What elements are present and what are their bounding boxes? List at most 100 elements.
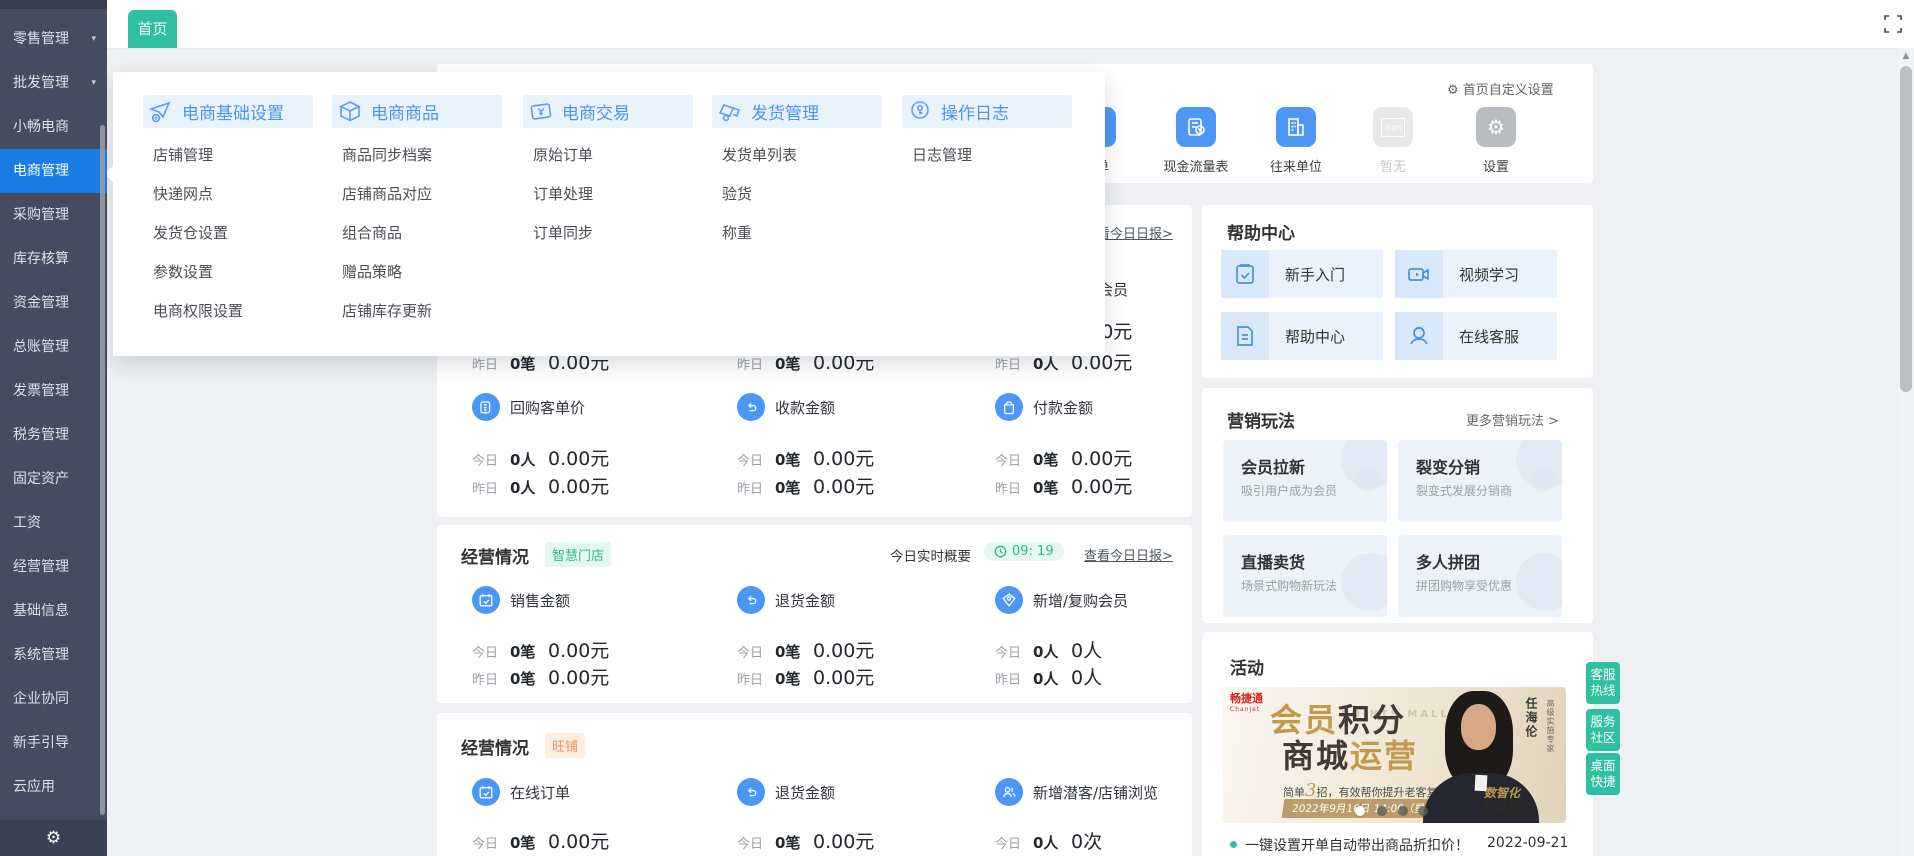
document-icon xyxy=(1221,312,1269,360)
video-camera-icon xyxy=(1395,250,1443,298)
menu-item-order-sync[interactable]: 订单同步 xyxy=(533,223,593,243)
carousel-dot[interactable] xyxy=(1398,806,1408,816)
sidebar-item-inventory-accounting[interactable]: 库存核算 xyxy=(0,237,107,281)
carousel-dot[interactable] xyxy=(1377,806,1387,816)
menu-item-gift-strategy[interactable]: 赠品策略 xyxy=(342,262,402,282)
count: 0笔 xyxy=(510,670,536,688)
sidebar-item-cloud-apps[interactable]: 云应用 xyxy=(0,765,107,809)
amount: 0.00元 xyxy=(813,667,875,689)
count: 0笔 xyxy=(775,643,801,661)
sidebar-item-xiaochang-ecommerce[interactable]: 小畅电商 xyxy=(0,105,107,149)
megamenu-group-title: 电商基础设置 xyxy=(182,104,284,124)
menu-item-original-orders[interactable]: 原始订单 xyxy=(533,145,593,165)
banner-speaker-name: 任海伦 xyxy=(1524,697,1538,739)
sidebar-item-tax[interactable]: 税务管理 xyxy=(0,413,107,457)
homepage-customize-link[interactable]: ⚙ 首页自定义设置 xyxy=(1447,79,1554,98)
metric-row: 今日 0笔 0.00元 xyxy=(472,641,609,661)
more-marketing-link[interactable]: 更多营销玩法 > xyxy=(1466,410,1559,429)
menu-item-parameter-settings[interactable]: 参数设置 xyxy=(153,262,213,282)
menu-item-stock-update[interactable]: 店铺库存更新 xyxy=(342,301,432,321)
cashflow-report-icon xyxy=(1176,107,1216,147)
float-button-community[interactable]: 服务 社区 xyxy=(1586,709,1620,751)
app-partners[interactable]: 往来单位 xyxy=(1246,107,1346,175)
sidebar-item-fixed-assets[interactable]: 固定资产 xyxy=(0,457,107,501)
metric-row: 今日 0人 0次 xyxy=(995,832,1102,852)
menu-item-product-sync[interactable]: 商品同步档案 xyxy=(342,145,432,165)
sidebar-item-ecommerce-management[interactable]: 电商管理 xyxy=(0,149,107,193)
sidebar-item-business-management[interactable]: 经营管理 xyxy=(0,545,107,589)
metric-returns: 退货金额 xyxy=(737,778,835,806)
marketing-card-desc: 拼团购物享受优惠 xyxy=(1416,579,1513,593)
app-cashflow[interactable]: 现金流量表 xyxy=(1146,107,1246,175)
sidebar-menu: 零售管理 ▾ 批发管理 ▾ 小畅电商 电商管理 采购管理 库存核算 资金管理 总账管… xyxy=(0,17,107,809)
purse-icon xyxy=(995,393,1023,421)
carousel-dot[interactable] xyxy=(1418,806,1428,816)
metric-row: 今日 0笔 0.00元 xyxy=(737,832,874,852)
metric-label: 在线订单 xyxy=(510,783,571,802)
megamenu-group-title: 电商商品 xyxy=(371,104,439,124)
help-item-label: 在线客服 xyxy=(1459,327,1520,346)
marketing-card-livestream[interactable]: 直播卖货 场景式购物新玩法 xyxy=(1223,535,1387,617)
metric-visitors: 新增潜客/店铺浏览 xyxy=(995,778,1158,806)
float-button-desktop-shortcut[interactable]: 桌面 快捷 xyxy=(1586,753,1620,795)
metric-row: 昨日 0笔 0.00元 xyxy=(995,477,1132,497)
page-scrollbar[interactable]: ▲ xyxy=(1898,48,1914,856)
menu-item-log-management[interactable]: 日志管理 xyxy=(912,145,972,165)
erp-dashboard: 首页 ▲ ⚙ 首页自定义设置 订单 现金流量表 xyxy=(0,0,1914,856)
period: 今日 xyxy=(472,646,499,661)
panel-title: 活动 xyxy=(1230,659,1264,679)
marketing-card-fission[interactable]: 裂变分销 裂变式发展分销商 xyxy=(1398,440,1562,522)
help-item-getting-started[interactable]: 新手入门 xyxy=(1221,250,1383,298)
menu-item-warehouse-settings[interactable]: 发货仓设置 xyxy=(153,223,228,243)
menu-item-order-processing[interactable]: 订单处理 xyxy=(533,184,593,204)
metric-payments: 付款金额 xyxy=(995,393,1093,421)
sidebar-item-general-ledger[interactable]: 总账管理 xyxy=(0,325,107,369)
marketing-card-groupbuy[interactable]: 多人拼团 拼团购物享受优惠 xyxy=(1398,535,1562,617)
sidebar-item-purchasing[interactable]: 采购管理 xyxy=(0,193,107,237)
sidebar-item-funds[interactable]: 资金管理 xyxy=(0,281,107,325)
menu-item-weighing[interactable]: 称重 xyxy=(722,223,752,243)
shop-metrics: 在线订单 退货金额 新增潜客/店铺浏览 今日 0笔 0.00元 今日 0笔 0.00元 … xyxy=(437,713,1192,856)
menu-item-store-management[interactable]: 店铺管理 xyxy=(153,145,213,165)
app-settings[interactable]: ⚙ 设置 xyxy=(1446,107,1546,175)
main-sidebar: 零售管理 ▾ 批发管理 ▾ 小畅电商 电商管理 采购管理 库存核算 资金管理 总账管… xyxy=(0,0,107,856)
help-item-help-center[interactable]: 帮助中心 xyxy=(1221,312,1383,360)
amount: 0人 xyxy=(1071,667,1103,689)
location-pin-icon xyxy=(995,586,1023,614)
menu-item-express-outlets[interactable]: 快递网点 xyxy=(153,184,213,204)
sidebar-item-invoices[interactable]: 发票管理 xyxy=(0,369,107,413)
panel-title: 营销玩法 xyxy=(1227,412,1295,432)
sidebar-item-payroll[interactable]: 工资 xyxy=(0,501,107,545)
sidebar-item-beginner-guide[interactable]: 新手引导 xyxy=(0,721,107,765)
activity-banner[interactable]: 畅捷通 Chanjet POINTS MALL 会员积分 商城运营 简单3招，有效… xyxy=(1223,687,1566,823)
scroll-up-icon[interactable]: ▲ xyxy=(1898,51,1914,61)
sidebar-item-system-management[interactable]: 系统管理 xyxy=(0,633,107,677)
carousel-dot-active[interactable] xyxy=(1355,806,1365,816)
megamenu-group-header: 电商商品 xyxy=(332,95,502,128)
calendar-check-icon xyxy=(472,586,500,614)
help-item-online-service[interactable]: 在线客服 xyxy=(1395,312,1557,360)
help-item-video[interactable]: 视频学习 xyxy=(1395,250,1557,298)
period: 今日 xyxy=(737,454,764,469)
fullscreen-icon[interactable] xyxy=(1884,15,1902,33)
sidebar-item-basic-info[interactable]: 基础信息 xyxy=(0,589,107,633)
marketing-card-title: 会员拉新 xyxy=(1241,458,1306,477)
menu-item-permission-settings[interactable]: 电商权限设置 xyxy=(153,301,243,321)
page-scrollbar-thumb[interactable] xyxy=(1900,66,1912,392)
sidebar-item-retail[interactable]: 零售管理 ▾ xyxy=(0,17,107,61)
sidebar-settings-gear-icon[interactable]: ⚙ xyxy=(0,820,107,856)
sidebar-scrollbar-thumb[interactable] xyxy=(100,125,105,815)
float-button-hotline[interactable]: 客服 热线 xyxy=(1586,662,1620,704)
sidebar-item-wholesale[interactable]: 批发管理 ▾ xyxy=(0,61,107,105)
megamenu-group-title: 发货管理 xyxy=(751,104,819,124)
count: 0笔 xyxy=(775,834,801,852)
app-empty[interactable]: icon 暂无 xyxy=(1343,107,1443,175)
marketing-card-member[interactable]: 会员拉新 吸引用户成为会员 xyxy=(1223,440,1387,522)
tab-home[interactable]: 首页 xyxy=(128,10,177,48)
menu-item-inspection[interactable]: 验货 xyxy=(722,184,752,204)
menu-item-shipment-list[interactable]: 发货单列表 xyxy=(722,145,797,165)
sidebar-item-enterprise-collaboration[interactable]: 企业协同 xyxy=(0,677,107,721)
menu-item-store-product-mapping[interactable]: 店铺商品对应 xyxy=(342,184,432,204)
menu-item-combo-products[interactable]: 组合商品 xyxy=(342,223,402,243)
news-link[interactable]: 一键设置开单自动带出商品折扣价！ xyxy=(1245,835,1469,855)
